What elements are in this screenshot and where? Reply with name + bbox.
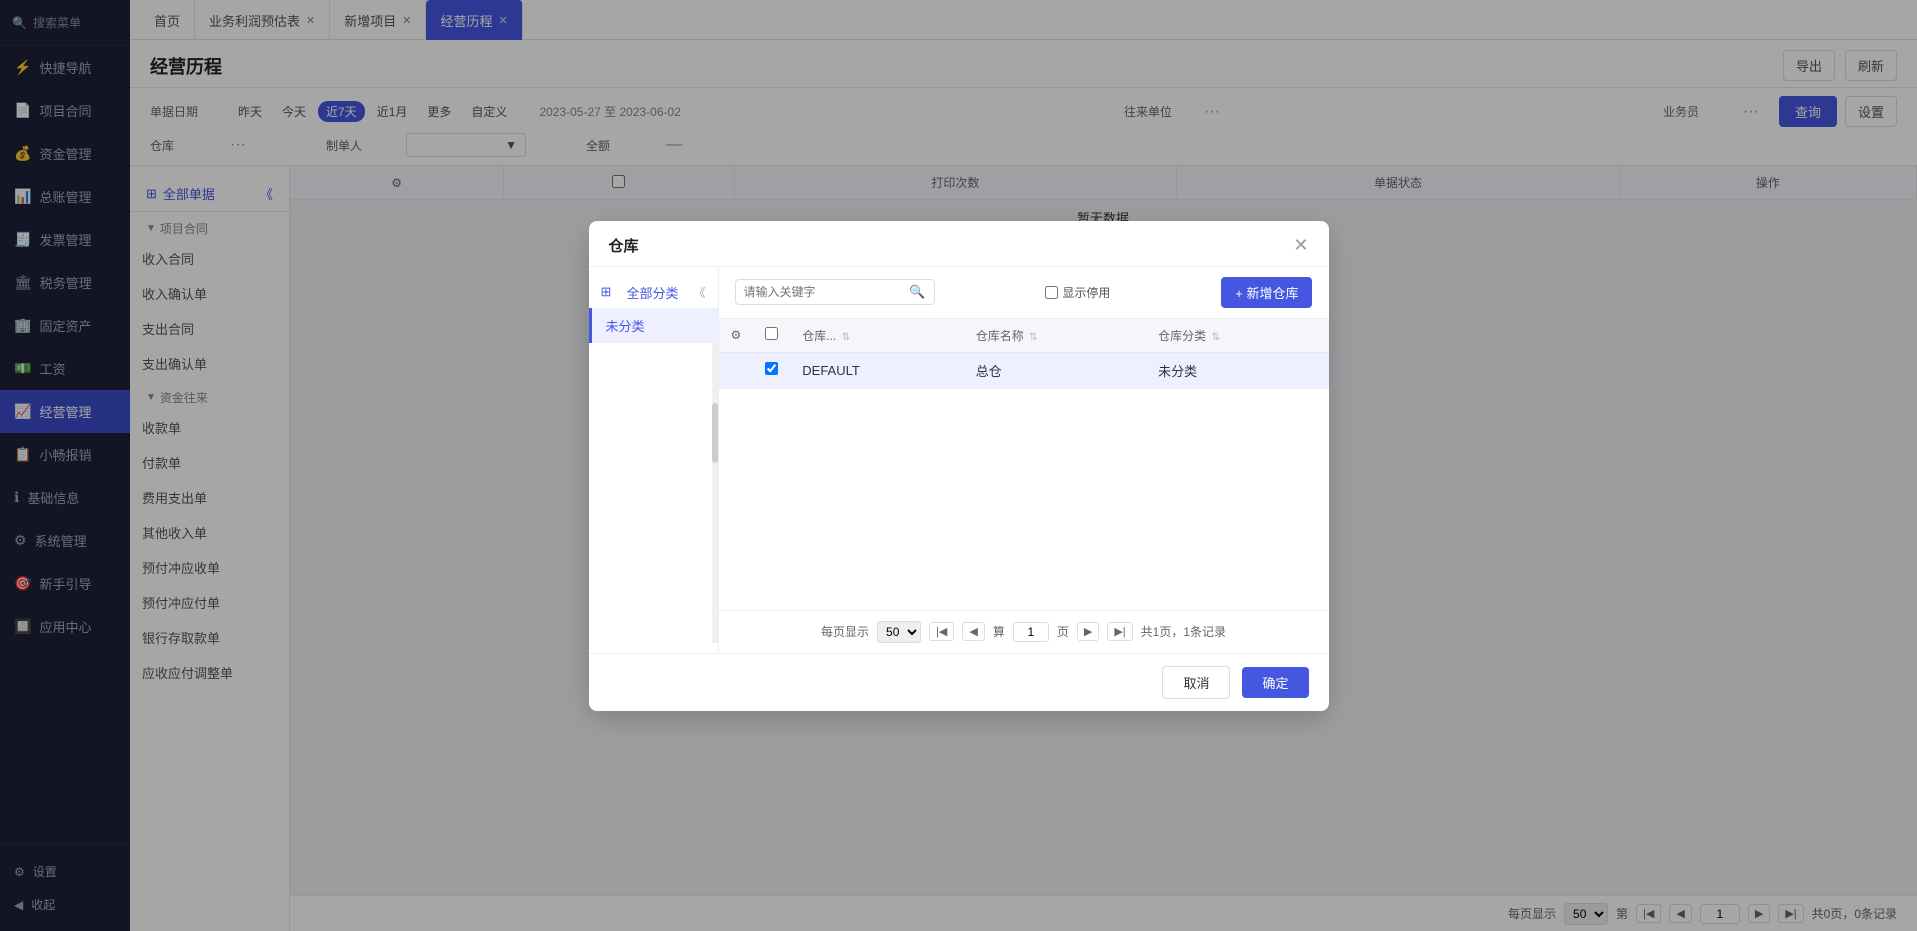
- modal-last-btn[interactable]: ▶|: [1107, 622, 1132, 641]
- code-sort-icon[interactable]: ⇅: [842, 332, 850, 343]
- show-disabled-label: 显示停用: [1062, 284, 1110, 301]
- add-warehouse-button[interactable]: + 新增仓库: [1221, 277, 1312, 308]
- modal-actions: 取消 确定: [589, 653, 1329, 711]
- cat-collapse-icon[interactable]: 《: [693, 284, 705, 301]
- modal-first-btn[interactable]: |◀: [929, 622, 954, 641]
- name-sort-icon[interactable]: ⇅: [1029, 332, 1037, 343]
- modal-prev-btn[interactable]: ◀: [962, 622, 984, 641]
- modal-col-category: 仓库分类 ⇅: [1146, 319, 1328, 353]
- confirm-button[interactable]: 确定: [1242, 667, 1308, 698]
- modal-page-label: 算: [993, 623, 1005, 640]
- category-sidebar: ⊞ 全部分类 《 未分类: [589, 267, 719, 653]
- cat-all-label[interactable]: ⊞ 全部分类 《: [589, 277, 718, 308]
- category-sort-icon[interactable]: ⇅: [1211, 332, 1219, 343]
- modal-table: ⚙ 仓库... ⇅ 仓库名称 ⇅: [719, 319, 1329, 610]
- search-icon: 🔍: [909, 284, 925, 300]
- cat-scroll-track: [712, 343, 718, 643]
- modal-col-checkbox: [753, 319, 790, 353]
- modal-col-name: 仓库名称 ⇅: [964, 319, 1146, 353]
- row-settings: [719, 352, 754, 388]
- modal-overlay[interactable]: 仓库 ✕ ⊞ 全部分类 《 未分类: [0, 0, 1917, 931]
- cat-all-text: 全部分类: [626, 283, 678, 302]
- cancel-button[interactable]: 取消: [1162, 666, 1230, 699]
- modal-body: ⊞ 全部分类 《 未分类 🔍: [589, 267, 1329, 653]
- modal-pagination: 每页显示 50 |◀ ◀ 算 页 ▶ ▶| 共1页，1条记录: [719, 610, 1329, 653]
- row-code: DEFAULT: [790, 352, 963, 388]
- modal-header: 仓库 ✕: [589, 221, 1329, 267]
- warehouse-modal: 仓库 ✕ ⊞ 全部分类 《 未分类: [589, 221, 1329, 711]
- modal-page-input[interactable]: [1013, 622, 1049, 642]
- modal-next-btn[interactable]: ▶: [1077, 622, 1099, 641]
- modal-main-content: 🔍 显示停用 + 新增仓库 ⚙: [719, 267, 1329, 653]
- row-category: 未分类: [1146, 352, 1328, 388]
- modal-select-all[interactable]: [765, 327, 778, 340]
- search-box: 🔍: [735, 279, 935, 305]
- modal-col-settings[interactable]: ⚙: [719, 319, 754, 353]
- modal-title: 仓库: [609, 235, 639, 256]
- modal-close-button[interactable]: ✕: [1293, 235, 1308, 256]
- row-select[interactable]: [765, 362, 778, 375]
- modal-per-page-select[interactable]: 50: [877, 621, 921, 643]
- modal-col-code: 仓库... ⇅: [790, 319, 963, 353]
- row-checkbox: [753, 352, 790, 388]
- modal-toolbar: 🔍 显示停用 + 新增仓库: [719, 267, 1329, 319]
- warehouse-search-input[interactable]: [744, 285, 904, 299]
- cat-uncategorized[interactable]: 未分类: [589, 308, 718, 343]
- disabled-checkbox[interactable]: [1045, 286, 1058, 299]
- grid-cat-icon: ⊞: [601, 284, 612, 300]
- row-name: 总仓: [964, 352, 1146, 388]
- modal-page-suffix: 页: [1057, 623, 1069, 640]
- modal-per-page-label: 每页显示: [821, 623, 869, 640]
- show-disabled-checkbox[interactable]: 显示停用: [1045, 284, 1110, 301]
- modal-total-text: 共1页，1条记录: [1141, 623, 1226, 640]
- table-row[interactable]: DEFAULT 总仓 未分类: [719, 352, 1329, 388]
- cat-scroll-thumb[interactable]: [712, 403, 718, 463]
